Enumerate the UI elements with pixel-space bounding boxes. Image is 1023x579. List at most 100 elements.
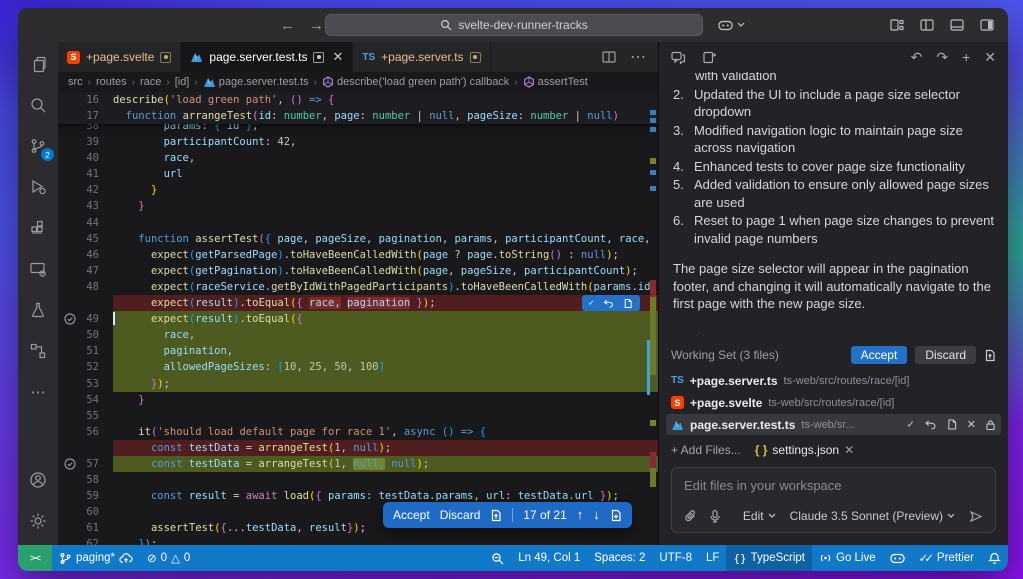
new-chat-icon[interactable] bbox=[702, 51, 716, 64]
discard-change-button[interactable]: Discard bbox=[440, 507, 481, 523]
status-prettier[interactable]: ✓✓Prettier bbox=[912, 545, 981, 571]
code-line-52[interactable]: 52 allowedPageSizes: [10, 25, 50, 100] bbox=[58, 359, 658, 375]
diff-line-icon[interactable] bbox=[623, 298, 633, 308]
code-line-51[interactable]: 51 pagination, bbox=[58, 343, 658, 359]
activity-more-icon[interactable]: ⋯ bbox=[26, 380, 50, 404]
tab-page-server-test-ts[interactable]: page.server.test.ts✕ bbox=[181, 42, 353, 72]
code-line-39[interactable]: 39 participantCount: 42, bbox=[58, 134, 658, 150]
overview-ruler[interactable] bbox=[646, 92, 658, 545]
activity-extensions-icon[interactable] bbox=[26, 216, 50, 240]
remove-chip-icon[interactable]: ✕ bbox=[844, 443, 854, 457]
code-line-49[interactable]: 49 expect(result).toEqual({ bbox=[58, 311, 658, 327]
status-utf-8[interactable]: UTF-8 bbox=[652, 545, 699, 571]
test-pass-icon[interactable] bbox=[64, 313, 76, 325]
toggle-panel-icon[interactable] bbox=[950, 19, 964, 31]
chat-input-box[interactable]: Edit files in your workspace Edit Claude… bbox=[671, 467, 996, 533]
tab--page-server-ts[interactable]: TS+page.server.ts bbox=[353, 42, 490, 72]
code-line-56[interactable]: 56 it('should load default page for race… bbox=[58, 424, 658, 440]
history-back-icon[interactable]: ← bbox=[280, 17, 295, 34]
code-line-50[interactable]: 50 race, bbox=[58, 327, 658, 343]
lock-file-icon[interactable] bbox=[986, 419, 996, 430]
breadcrumb-item[interactable]: [id] bbox=[175, 76, 190, 88]
activity-settings-gear-icon[interactable] bbox=[26, 509, 50, 533]
chat-sessions-icon[interactable] bbox=[671, 51, 686, 64]
code-line-42[interactable]: 42 } bbox=[58, 182, 658, 198]
prev-change-icon[interactable]: ↑ bbox=[577, 507, 584, 523]
code-line-54[interactable]: 54 } bbox=[58, 392, 658, 408]
remote-indicator[interactable]: >< bbox=[18, 545, 52, 571]
activity-search-icon[interactable] bbox=[26, 93, 50, 117]
working-set-file--page-server-ts[interactable]: TS+page.server.tsts-web/src/routes/race/… bbox=[666, 370, 1001, 391]
toggle-primary-sidebar-icon[interactable] bbox=[920, 19, 934, 31]
activity-source-control-icon[interactable]: 2 bbox=[26, 134, 50, 158]
code-line-46[interactable]: 46 expect(getParsedPage).toHaveBeenCalle… bbox=[58, 247, 658, 263]
working-set-file--page-svelte[interactable]: S+page.sveltets-web/src/routes/race/[id] bbox=[666, 392, 1001, 413]
git-branch-item[interactable]: paging* bbox=[52, 545, 140, 571]
copilot-menu-button[interactable] bbox=[718, 20, 745, 31]
customize-layout-icon[interactable] bbox=[890, 19, 904, 31]
code-line-40[interactable]: 40 race, bbox=[58, 150, 658, 166]
code-line-55[interactable]: 55 bbox=[58, 408, 658, 424]
settings-json-chip[interactable]: { } settings.json ✕ bbox=[755, 443, 854, 457]
breadcrumb-item[interactable]: describe('load green path') callback bbox=[322, 76, 509, 88]
tab--page-svelte[interactable]: S+page.svelte bbox=[58, 42, 181, 72]
undo-edit-icon[interactable]: ↶ bbox=[911, 49, 923, 66]
status-spaces-2[interactable]: Spaces: 2 bbox=[587, 545, 652, 571]
activity-remote-explorer-icon[interactable] bbox=[26, 257, 50, 281]
activity-account-icon[interactable] bbox=[26, 468, 50, 492]
code-line-16[interactable]: 16describe('load green path', () => { bbox=[58, 92, 658, 108]
discard-all-button[interactable]: Discard bbox=[915, 346, 976, 364]
status-go-live[interactable]: Go Live bbox=[812, 545, 883, 571]
breadcrumb-item[interactable]: page.server.test.ts bbox=[203, 76, 309, 88]
open-diff-icon[interactable] bbox=[610, 509, 622, 522]
modified-indicator[interactable] bbox=[470, 52, 481, 63]
accept-file-icon[interactable]: ✓ bbox=[906, 419, 914, 431]
mic-icon[interactable] bbox=[709, 509, 721, 523]
attach-icon[interactable] bbox=[684, 509, 697, 523]
accept-all-button[interactable]: Accept bbox=[851, 346, 908, 364]
mode-picker[interactable]: Edit bbox=[743, 509, 776, 523]
add-chat-icon[interactable]: + bbox=[962, 49, 970, 65]
breadcrumb-item[interactable]: assertTest bbox=[523, 76, 588, 88]
code-line-45[interactable]: 45 function assertTest({ page, pageSize,… bbox=[58, 231, 658, 247]
code-line-17[interactable]: 17 function arrangeTest(id: number, page… bbox=[58, 108, 658, 124]
add-files-button[interactable]: + Add Files... bbox=[671, 443, 741, 457]
accept-line-icon[interactable]: ✓ bbox=[589, 297, 594, 310]
working-set-file-page-server-test-ts[interactable]: page.server.test.tsts-web/sr...✓✕ bbox=[666, 414, 1001, 435]
code-line-41[interactable]: 41 url bbox=[58, 166, 658, 182]
thumbs-down-icon[interactable] bbox=[725, 335, 738, 337]
discard-line-icon[interactable] bbox=[603, 299, 613, 308]
breadcrumb-item[interactable]: routes bbox=[96, 76, 127, 88]
activity-references-icon[interactable] bbox=[26, 339, 50, 363]
activity-explorer-icon[interactable] bbox=[26, 52, 50, 76]
code-line-deleted[interactable]: const testData = arrangeTest(1, null); bbox=[58, 440, 658, 456]
status-lf[interactable]: LF bbox=[699, 545, 726, 571]
activity-testing-icon[interactable] bbox=[26, 298, 50, 322]
test-pass-icon[interactable] bbox=[64, 458, 76, 470]
close-panel-icon[interactable]: ✕ bbox=[984, 49, 996, 66]
editor-more-actions-icon[interactable]: ⋯ bbox=[630, 47, 646, 67]
breadcrumb-item[interactable]: src bbox=[68, 76, 83, 88]
code-line-43[interactable]: 43 } bbox=[58, 198, 658, 214]
toggle-secondary-sidebar-icon[interactable] bbox=[980, 19, 994, 31]
problems-item[interactable]: ⊘ 0 △ 0 bbox=[140, 545, 197, 571]
status-copilot[interactable] bbox=[883, 545, 912, 571]
model-picker[interactable]: Claude 3.5 Sonnet (Preview) bbox=[790, 509, 955, 523]
open-file-icon[interactable] bbox=[946, 419, 957, 431]
code-line-53[interactable]: 53 }); bbox=[58, 376, 658, 392]
modified-indicator[interactable] bbox=[313, 52, 324, 63]
redo-edit-icon[interactable]: ↷ bbox=[936, 49, 948, 66]
next-change-icon[interactable]: ↓ bbox=[593, 507, 600, 523]
code-line-47[interactable]: 47 expect(getPagination).toHaveBeenCalle… bbox=[58, 263, 658, 279]
activity-run-debug-icon[interactable] bbox=[26, 175, 50, 199]
status-bell[interactable] bbox=[981, 545, 1008, 571]
command-center-search[interactable]: svelte-dev-runner-tracks bbox=[325, 14, 703, 36]
code-line-57[interactable]: 57 const testData = arrangeTest(1, null,… bbox=[58, 456, 658, 472]
diff-file-icon[interactable] bbox=[490, 509, 502, 522]
compare-files-icon[interactable] bbox=[984, 349, 996, 362]
code-line-48[interactable]: 48 expect(raceService.getByIdWithPagedPa… bbox=[58, 279, 658, 295]
send-icon[interactable] bbox=[969, 510, 983, 523]
modified-indicator[interactable] bbox=[160, 52, 171, 63]
code-line-58[interactable]: 58 bbox=[58, 472, 658, 488]
status-zoom[interactable] bbox=[484, 545, 511, 571]
